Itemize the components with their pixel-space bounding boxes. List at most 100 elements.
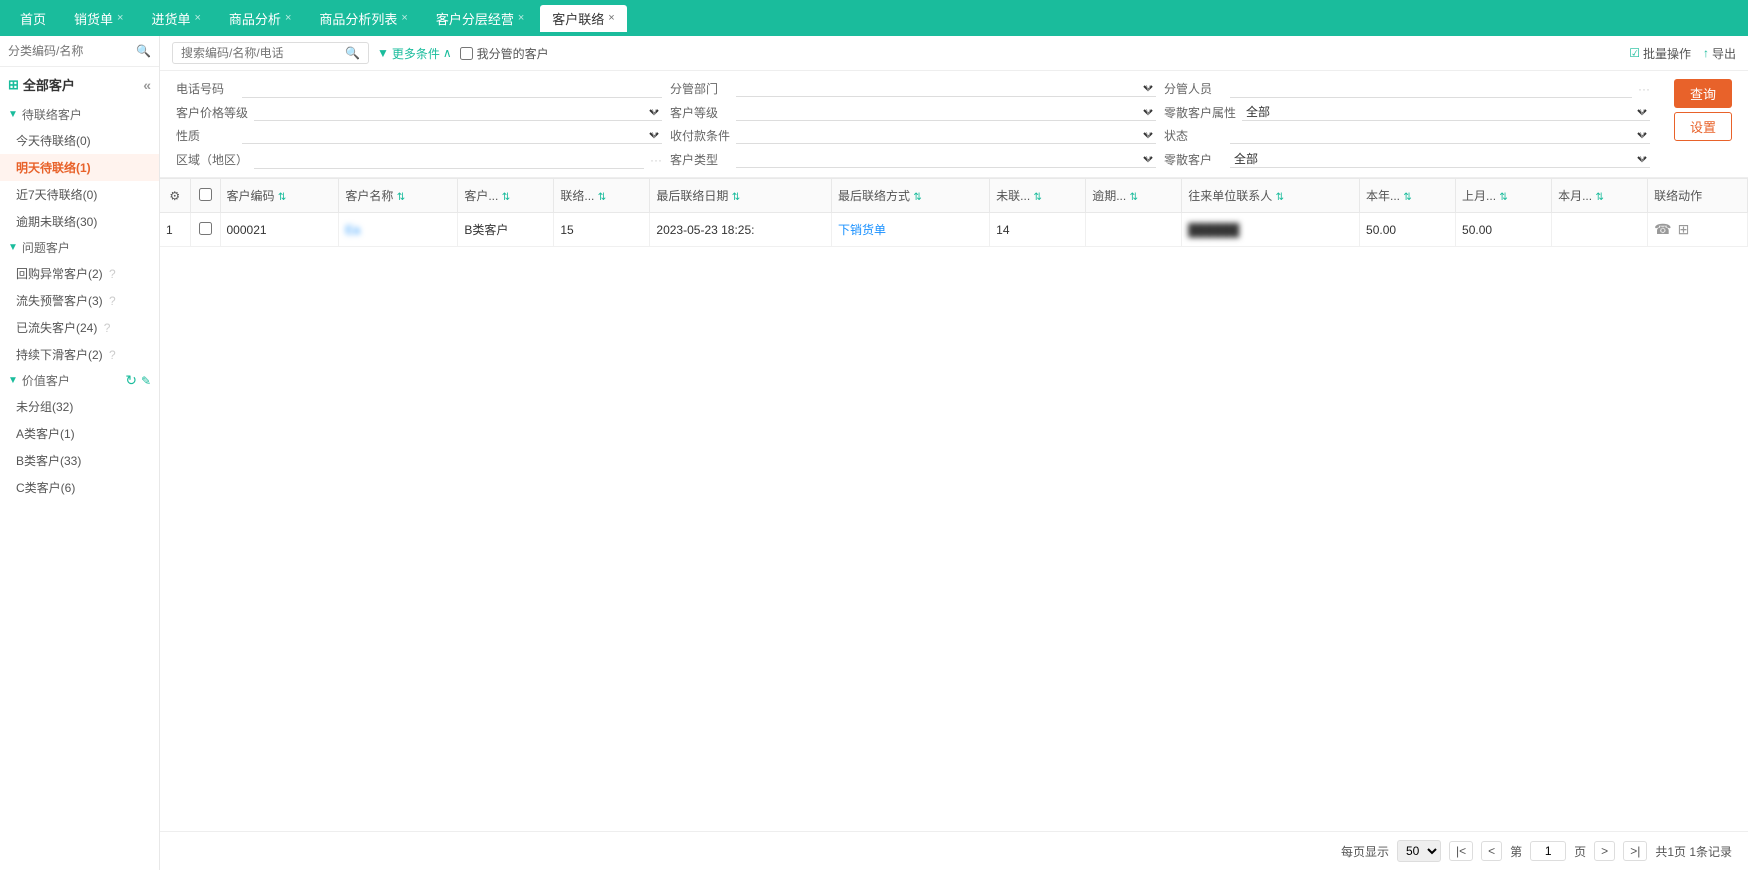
col-uncontacted[interactable]: 未联... ⇅ — [990, 179, 1086, 213]
filter-region: 区域（地区） ··· — [176, 150, 662, 169]
col-customer-type[interactable]: 客户... ⇅ — [458, 179, 554, 213]
sidebar-unclassified[interactable]: 未分组(32) — [0, 393, 159, 420]
help-icon-4[interactable]: ? — [109, 348, 116, 362]
region-more-icon[interactable]: ··· — [650, 153, 662, 167]
sort-type-icon[interactable]: ⇅ — [502, 192, 510, 203]
help-icon-3[interactable]: ? — [104, 321, 111, 335]
next-page-btn[interactable]: > — [1594, 841, 1615, 861]
row-name[interactable]: Ea — [339, 213, 458, 247]
sidebar-search-icon[interactable]: 🔍 — [136, 44, 151, 58]
help-icon-2[interactable]: ? — [109, 294, 116, 308]
sidebar-tomorrow-contact[interactable]: 明天待联络(1) — [0, 154, 159, 181]
row-checkbox[interactable] — [199, 222, 212, 235]
close-sales-order-icon[interactable]: × — [117, 12, 123, 24]
retail-attr-select[interactable]: 全部 — [1242, 104, 1650, 120]
col-last-contact-date[interactable]: 最后联络日期 ⇅ — [650, 179, 832, 213]
sort-name-icon[interactable]: ⇅ — [397, 192, 405, 203]
prev-page-btn[interactable]: < — [1481, 841, 1502, 861]
sort-method-icon[interactable]: ⇅ — [913, 192, 921, 203]
sidebar-c-class[interactable]: C类客户(6) — [0, 474, 159, 501]
customer-grade-select[interactable] — [736, 104, 1156, 120]
sidebar-collapse-btn[interactable]: « — [143, 77, 151, 93]
sidebar-search-input[interactable] — [8, 44, 132, 58]
close-customer-tier-icon[interactable]: × — [518, 12, 524, 24]
sidebar-a-class[interactable]: A类客户(1) — [0, 420, 159, 447]
region-input[interactable] — [254, 150, 644, 169]
sidebar-churn-warning[interactable]: 流失预警客户(3) ? — [0, 287, 159, 314]
col-this-month[interactable]: 本月... ⇅ — [1552, 179, 1648, 213]
query-button[interactable]: 查询 — [1674, 79, 1732, 108]
sidebar-declining[interactable]: 持续下滑客户(2) ? — [0, 341, 159, 368]
retail-customer-select[interactable]: 全部 — [1230, 151, 1650, 167]
nav-sales-order[interactable]: 销货单 × — [62, 5, 135, 32]
close-purchase-order-icon[interactable]: × — [194, 12, 200, 24]
price-level-select[interactable] — [254, 104, 662, 120]
col-this-year[interactable]: 本年... ⇅ — [1360, 179, 1456, 213]
manager-more-icon[interactable]: ··· — [1638, 82, 1650, 96]
payment-select[interactable] — [736, 127, 1156, 143]
sidebar-b-class[interactable]: B类客户(33) — [0, 447, 159, 474]
sort-lastmonth-icon[interactable]: ⇅ — [1499, 192, 1507, 203]
customer-type-select[interactable] — [736, 151, 1156, 167]
dept-select[interactable] — [736, 80, 1156, 96]
nav-purchase-order[interactable]: 进货单 × — [139, 5, 212, 32]
close-product-analysis-icon[interactable]: × — [285, 12, 291, 24]
per-page-select[interactable]: 50 — [1397, 840, 1441, 862]
filter-price-level: 客户价格等级 ∨ — [176, 104, 662, 121]
sort-year-icon[interactable]: ⇅ — [1403, 192, 1411, 203]
sort-uncontacted-icon[interactable]: ⇅ — [1034, 192, 1042, 203]
nature-select[interactable] — [242, 127, 662, 143]
qr-action-icon[interactable]: ⊞ — [1678, 221, 1690, 238]
contact-action-icon[interactable]: ☎ — [1654, 221, 1671, 238]
batch-ops-btn[interactable]: ☑ 批量操作 — [1629, 45, 1691, 62]
sort-overdue-icon[interactable]: ⇅ — [1130, 192, 1138, 203]
main-search-input[interactable] — [181, 46, 341, 60]
phone-input[interactable] — [242, 79, 662, 98]
page-input[interactable] — [1530, 841, 1566, 861]
export-btn[interactable]: ↑ 导出 — [1703, 45, 1736, 62]
select-all-checkbox[interactable] — [199, 188, 212, 201]
sort-contacts-icon[interactable]: ⇅ — [598, 192, 606, 203]
main-search-icon[interactable]: 🔍 — [345, 46, 360, 60]
last-page-btn[interactable]: >| — [1623, 841, 1647, 861]
col-last-contact-method[interactable]: 最后联络方式 ⇅ — [832, 179, 990, 213]
nav-product-analysis-list[interactable]: 商品分析列表 × — [307, 5, 419, 32]
my-customers-checkbox[interactable] — [460, 47, 473, 60]
sidebar-overdue-contact[interactable]: 逾期未联络(30) — [0, 208, 159, 235]
first-page-btn[interactable]: |< — [1449, 841, 1473, 861]
col-last-month[interactable]: 上月... ⇅ — [1456, 179, 1552, 213]
my-customers-checkbox-label[interactable]: 我分管的客户 — [460, 45, 549, 62]
reset-button[interactable]: 设置 — [1674, 112, 1732, 141]
col-customer-name[interactable]: 客户名称 ⇅ — [339, 179, 458, 213]
row-last-method[interactable]: 下销货单 — [832, 213, 990, 247]
status-select[interactable] — [1230, 127, 1650, 143]
nav-product-analysis[interactable]: 商品分析 × — [217, 5, 303, 32]
sidebar-all-customers[interactable]: ⊞ 全部客户 « — [0, 67, 159, 102]
nav-home[interactable]: 首页 — [8, 5, 58, 32]
close-customer-contact-icon[interactable]: × — [608, 12, 614, 24]
refresh-icon[interactable]: ↻ — [125, 372, 137, 389]
sort-code-icon[interactable]: ⇅ — [278, 192, 286, 203]
sidebar-churned[interactable]: 已流失客户(24) ? — [0, 314, 159, 341]
sidebar-today-contact[interactable]: 今天待联络(0) — [0, 127, 159, 154]
col-customer-code[interactable]: 客户编码 ⇅ — [220, 179, 339, 213]
help-icon-1[interactable]: ? — [109, 267, 116, 281]
sidebar-repurchase-abnormal[interactable]: 回购异常客户(2) ? — [0, 260, 159, 287]
manager-input[interactable] — [1230, 79, 1632, 98]
nav-customer-tier[interactable]: 客户分层经营 × — [424, 5, 536, 32]
col-contacts[interactable]: 联络... ⇅ — [554, 179, 650, 213]
col-unit-contact[interactable]: 往来单位联系人 ⇅ — [1182, 179, 1360, 213]
sort-date-icon[interactable]: ⇅ — [732, 192, 740, 203]
more-filter-btn[interactable]: ▼ 更多条件 ∧ — [377, 45, 452, 62]
nav-customer-contact[interactable]: 客户联络 × — [540, 5, 626, 32]
gear-icon[interactable]: ⚙ — [169, 189, 180, 203]
col-gear[interactable]: ⚙ — [160, 179, 190, 213]
sort-thismonth-icon[interactable]: ⇅ — [1595, 192, 1603, 203]
col-overdue[interactable]: 逾期... ⇅ — [1086, 179, 1182, 213]
close-product-analysis-list-icon[interactable]: × — [401, 12, 407, 24]
sidebar-7day-contact[interactable]: 近7天待联络(0) — [0, 181, 159, 208]
section-triangle-icon-2: ▼ — [8, 242, 18, 253]
edit-icon[interactable]: ✎ — [141, 374, 151, 388]
sort-unit-icon[interactable]: ⇅ — [1276, 192, 1284, 203]
filter-chevron-icon: ∧ — [443, 46, 452, 60]
